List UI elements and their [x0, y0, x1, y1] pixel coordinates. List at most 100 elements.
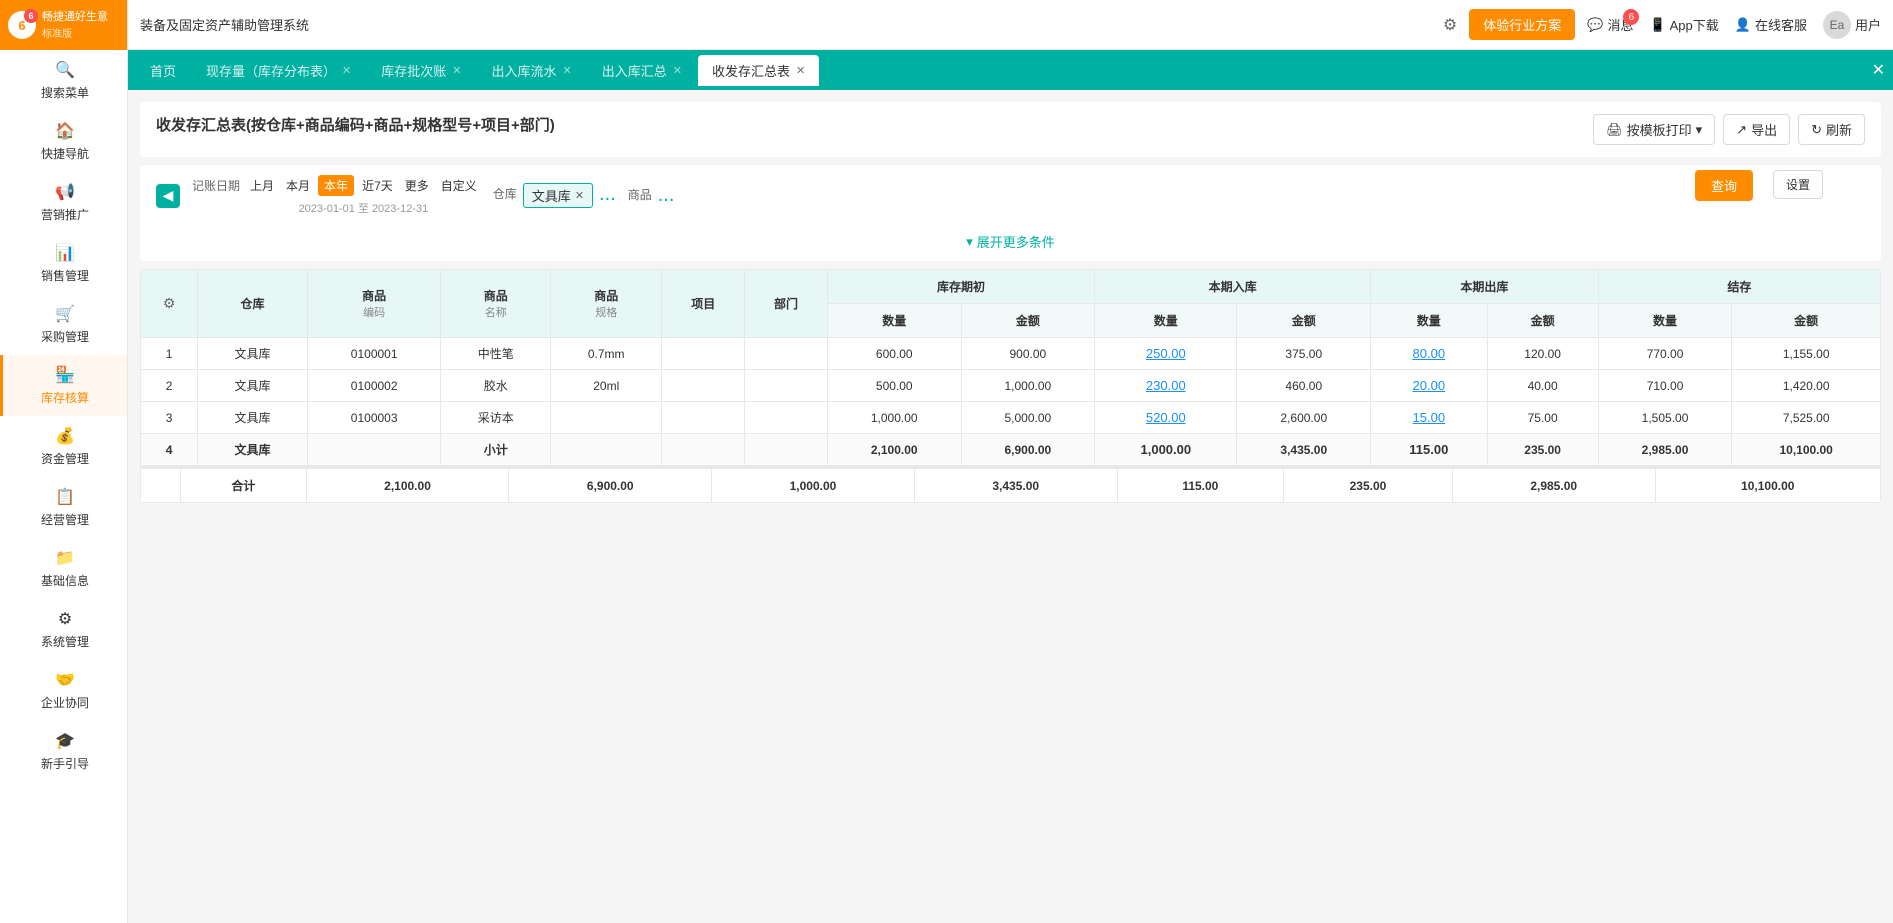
table-settings-btn[interactable]: ⚙ [163, 295, 176, 312]
service-label: 在线客服 [1755, 15, 1807, 34]
cell-out-qty-3: 115.00 [1371, 434, 1487, 466]
date-last-month-btn[interactable]: 上月 [246, 175, 278, 196]
app-download-btn[interactable]: 📱 App下载 [1649, 15, 1718, 34]
tab-1[interactable]: 现存量（库存分布表）✕ [192, 55, 365, 86]
sidebar-item-basic[interactable]: 📁基础信息 [0, 538, 127, 599]
date-more-btn[interactable]: 更多 [401, 175, 433, 196]
date-custom-btn[interactable]: 自定义 [437, 175, 481, 196]
cell-balance-amt-2: 7,525.00 [1732, 402, 1881, 434]
tab-close-5[interactable]: ✕ [796, 64, 805, 77]
print-btn[interactable]: 🖨 按模板打印 ▾ [1593, 114, 1715, 145]
col-warehouse-header: 仓库 [198, 270, 308, 338]
message-icon: 💬 [1587, 17, 1603, 33]
warehouse-tag[interactable]: 文具库 ✕ [523, 183, 593, 208]
date-this-month-btn[interactable]: 本月 [282, 175, 314, 196]
cell-in-qty-1[interactable]: 230.00 [1095, 370, 1237, 402]
cell-out-qty-2[interactable]: 15.00 [1371, 402, 1487, 434]
online-service-btn[interactable]: 👤 在线客服 [1735, 15, 1807, 34]
query-btn[interactable]: 查询 [1695, 170, 1753, 201]
sidebar-item-finance[interactable]: 💰资金管理 [0, 416, 127, 477]
cell-out-amt-1: 40.00 [1487, 370, 1598, 402]
tab-2[interactable]: 库存批次账✕ [367, 55, 475, 86]
footer-in-qty: 1,000.00 [712, 469, 915, 503]
logo-badge: 6 [24, 9, 38, 23]
export-btn[interactable]: ↗ 导出 [1723, 114, 1790, 145]
tab-bar-close-icon[interactable]: ✕ [1872, 60, 1885, 80]
topbar: 装备及固定资产辅助管理系统 ⚙ 体验行业方案 💬 消息 6 📱 App下载 👤 … [128, 0, 1893, 50]
warehouse-filter-section: 仓库 文具库 ✕ ... [493, 183, 616, 208]
tab-label-3: 出入库流水 [491, 61, 556, 80]
cell-in-qty-2[interactable]: 520.00 [1095, 402, 1237, 434]
sidebar-label-finance: 资金管理 [41, 450, 89, 467]
sidebar-item-marketing[interactable]: 📢营销推广 [0, 172, 127, 233]
warehouse-tag-text: 文具库 [532, 186, 571, 205]
warehouse-tag-remove-btn[interactable]: ✕ [575, 189, 584, 202]
sidebar-item-purchase[interactable]: 🛒采购管理 [0, 294, 127, 355]
tab-3[interactable]: 出入库流水 ✕ [477, 55, 585, 86]
settings-icon[interactable]: ⚙ [1443, 15, 1457, 35]
mobile-icon: 📱 [1649, 17, 1665, 33]
content-area: 收发存汇总表(按仓库+商品编码+商品+规格型号+项目+部门) 🖨 按模板打印 ▾… [128, 90, 1893, 923]
cell-goods-spec-1: 20ml [551, 370, 662, 402]
footer-label: 合计 [181, 469, 307, 503]
logo-sub-label: 标准版 [42, 25, 108, 40]
sidebar-item-quick-nav[interactable]: 🏠快捷导航 [0, 111, 127, 172]
topbar-right: 💬 消息 6 📱 App下载 👤 在线客服 Ea 用户 [1587, 11, 1881, 39]
sidebar-item-operations[interactable]: 📋经营管理 [0, 477, 127, 538]
data-table: ⚙ 仓库 商品编码 商品名称 商品规格 项目 部门 库存期初 本期入库 本期出库… [140, 269, 1881, 503]
sidebar-item-search[interactable]: 🔍搜索菜单 [0, 50, 127, 111]
cell-out-amt-2: 75.00 [1487, 402, 1598, 434]
expand-filter-btn[interactable]: ▾ 展开更多条件 [966, 232, 1055, 251]
tab-close-3[interactable]: ✕ [563, 64, 572, 77]
cell-in-qty-0[interactable]: 250.00 [1095, 338, 1237, 370]
message-btn[interactable]: 💬 消息 6 [1587, 15, 1633, 34]
sidebar-label-operations: 经营管理 [41, 511, 89, 528]
tab-close-1[interactable]: ✕ [342, 64, 351, 77]
table-footer-row: 合计 2,100.00 6,900.00 1,000.00 3,435.00 1… [141, 469, 1881, 503]
cell-out-qty-0[interactable]: 80.00 [1371, 338, 1487, 370]
cell-in-amt-1: 460.00 [1237, 370, 1371, 402]
system-title: 装备及固定资产辅助管理系统 [140, 15, 1431, 34]
tab-close-2[interactable]: ✕ [452, 64, 461, 77]
cell-no-0: 1 [141, 338, 198, 370]
cell-warehouse-0: 文具库 [198, 338, 308, 370]
date-this-year-btn[interactable]: 本年 [318, 175, 354, 196]
sidebar-item-inventory[interactable]: 🏪库存核算 [0, 355, 127, 416]
user-menu[interactable]: Ea 用户 [1823, 11, 1881, 39]
sidebar-item-enterprise[interactable]: 🤝企业协同 [0, 660, 127, 721]
filter-bar: ◀ 记账日期 上月 本月 本年 近7天 更多 自定义 2023-01-01 至 … [140, 165, 1881, 261]
tab-4[interactable]: 出入库汇总✕ [588, 55, 696, 86]
cell-opening-qty-0: 600.00 [827, 338, 961, 370]
cell-goods-code-1: 0100002 [307, 370, 441, 402]
quick-nav-icon: 🏠 [55, 121, 75, 141]
tab-0[interactable]: 首页 [136, 55, 190, 86]
warehouse-more-btn[interactable]: ... [599, 183, 616, 206]
experience-btn[interactable]: 体验行业方案 [1469, 9, 1575, 40]
service-icon: 👤 [1735, 17, 1751, 33]
refresh-btn[interactable]: ↻ 刷新 [1798, 114, 1865, 145]
logo-text-block: 畅捷通好生意 标准版 [42, 10, 108, 39]
sales-icon: 📊 [55, 243, 75, 263]
cell-warehouse-1: 文具库 [198, 370, 308, 402]
cell-project-3 [662, 434, 745, 466]
tab-close-4[interactable]: ✕ [673, 64, 682, 77]
cell-in-qty-3: 1,000.00 [1095, 434, 1237, 466]
goods-filter-label: 商品 [628, 184, 652, 203]
tab-bar: 首页现存量（库存分布表）✕库存批次账✕出入库流水✕出入库汇总✕收发存汇总表✕ ✕ [128, 50, 1893, 90]
filter-collapse-btn[interactable]: ◀ [156, 184, 180, 208]
date-filter-options: 上月 本月 本年 近7天 更多 自定义 2023-01-01 至 2023-12… [246, 175, 481, 216]
filter-settings-btn[interactable]: 设置 [1773, 170, 1823, 199]
sidebar-item-newbie[interactable]: 🎓新手引导 [0, 721, 127, 782]
sidebar-item-sales[interactable]: 📊销售管理 [0, 233, 127, 294]
date-7days-btn[interactable]: 近7天 [358, 175, 397, 196]
tab-5[interactable]: 收发存汇总表✕ [698, 55, 819, 86]
cell-no-3: 4 [141, 434, 198, 466]
purchase-icon: 🛒 [55, 304, 75, 324]
footer-empty1 [141, 469, 181, 503]
sidebar-item-system[interactable]: ⚙系统管理 [0, 599, 127, 660]
cell-out-qty-1[interactable]: 20.00 [1371, 370, 1487, 402]
goods-more-btn[interactable]: ... [658, 184, 675, 207]
cell-no-2: 3 [141, 402, 198, 434]
col-settings-header: ⚙ [141, 270, 198, 338]
search-icon: 🔍 [55, 60, 75, 80]
